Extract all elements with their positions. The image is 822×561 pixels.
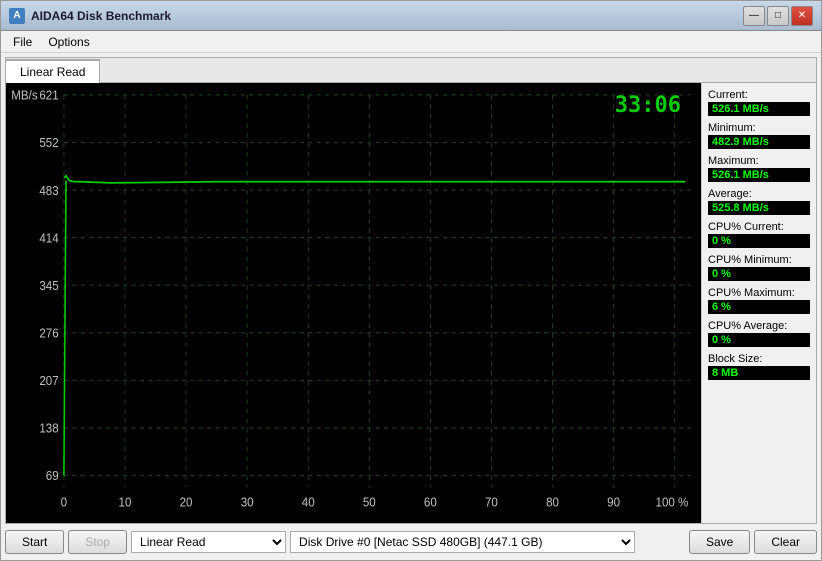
app-icon: A <box>9 8 25 24</box>
bottom-controls: Start Stop Linear Read Disk Drive #0 [Ne… <box>5 528 817 556</box>
svg-text:552: 552 <box>39 136 58 151</box>
svg-text:483: 483 <box>39 183 58 198</box>
stop-button[interactable]: Stop <box>68 530 127 554</box>
svg-text:50: 50 <box>363 495 376 510</box>
window-title: AIDA64 Disk Benchmark <box>31 9 743 23</box>
start-stop-area: Start Stop <box>5 530 127 554</box>
cpu-maximum-value: 6 % <box>708 300 810 314</box>
disk-dropdown[interactable]: Disk Drive #0 [Netac SSD 480GB] (447.1 G… <box>290 531 635 553</box>
close-button[interactable]: ✕ <box>791 6 813 26</box>
cpu-current-value: 0 % <box>708 234 810 248</box>
svg-text:30: 30 <box>241 495 254 510</box>
svg-text:345: 345 <box>39 278 58 293</box>
stat-current: Current: 526.1 MB/s <box>708 89 810 116</box>
menu-options[interactable]: Options <box>40 33 97 51</box>
action-buttons: Save Clear <box>689 530 817 554</box>
block-size-value: 8 MB <box>708 366 810 380</box>
minimize-button[interactable]: — <box>743 6 765 26</box>
stat-minimum: Minimum: 482.9 MB/s <box>708 122 810 149</box>
maximum-value: 526.1 MB/s <box>708 168 810 182</box>
menu-bar: File Options <box>1 31 821 53</box>
svg-text:70: 70 <box>485 495 498 510</box>
current-value: 526.1 MB/s <box>708 102 810 116</box>
svg-text:90: 90 <box>607 495 620 510</box>
svg-text:40: 40 <box>302 495 315 510</box>
svg-text:414: 414 <box>39 231 58 246</box>
title-bar: A AIDA64 Disk Benchmark — □ ✕ <box>1 1 821 31</box>
svg-text:138: 138 <box>39 421 58 436</box>
chart-and-stats: 33:06 <box>6 83 816 523</box>
maximize-button[interactable]: □ <box>767 6 789 26</box>
svg-text:207: 207 <box>39 373 58 388</box>
stat-maximum: Maximum: 526.1 MB/s <box>708 155 810 182</box>
block-size-label: Block Size: <box>708 353 810 365</box>
svg-text:69: 69 <box>46 469 59 484</box>
svg-text:0: 0 <box>61 495 68 510</box>
menu-file[interactable]: File <box>5 33 40 51</box>
clear-button[interactable]: Clear <box>754 530 817 554</box>
svg-text:80: 80 <box>546 495 559 510</box>
maximum-label: Maximum: <box>708 155 810 167</box>
title-buttons: — □ ✕ <box>743 6 813 26</box>
svg-text:10: 10 <box>119 495 132 510</box>
cpu-average-label: CPU% Average: <box>708 320 810 332</box>
test-type-dropdown[interactable]: Linear Read <box>131 531 286 553</box>
stat-average: Average: 525.8 MB/s <box>708 188 810 215</box>
svg-text:276: 276 <box>39 326 58 341</box>
content-area: Linear Read 33:06 <box>1 53 821 560</box>
current-label: Current: <box>708 89 810 101</box>
average-value: 525.8 MB/s <box>708 201 810 215</box>
tab-header: Linear Read <box>6 58 816 83</box>
start-button[interactable]: Start <box>5 530 64 554</box>
save-button[interactable]: Save <box>689 530 750 554</box>
svg-text:100 %: 100 % <box>656 495 689 510</box>
cpu-minimum-label: CPU% Minimum: <box>708 254 810 266</box>
stat-cpu-minimum: CPU% Minimum: 0 % <box>708 254 810 281</box>
average-label: Average: <box>708 188 810 200</box>
stat-cpu-average: CPU% Average: 0 % <box>708 320 810 347</box>
minimum-label: Minimum: <box>708 122 810 134</box>
tab-linear-read[interactable]: Linear Read <box>6 59 100 83</box>
timer-display: 33:06 <box>615 93 681 118</box>
cpu-minimum-value: 0 % <box>708 267 810 281</box>
stats-panel: Current: 526.1 MB/s Minimum: 482.9 MB/s … <box>701 83 816 523</box>
stat-cpu-maximum: CPU% Maximum: 6 % <box>708 287 810 314</box>
svg-text:621: 621 <box>39 88 58 103</box>
cpu-average-value: 0 % <box>708 333 810 347</box>
minimum-value: 482.9 MB/s <box>708 135 810 149</box>
chart-area: 33:06 <box>6 83 701 523</box>
cpu-maximum-label: CPU% Maximum: <box>708 287 810 299</box>
stat-cpu-current: CPU% Current: 0 % <box>708 221 810 248</box>
svg-text:MB/s: MB/s <box>11 88 37 103</box>
stat-block-size: Block Size: 8 MB <box>708 353 810 380</box>
cpu-current-label: CPU% Current: <box>708 221 810 233</box>
tab-panel: Linear Read 33:06 <box>5 57 817 524</box>
main-window: A AIDA64 Disk Benchmark — □ ✕ File Optio… <box>0 0 822 561</box>
chart-svg: 621 552 483 414 345 276 207 138 69 0 10 … <box>6 83 701 523</box>
svg-text:60: 60 <box>424 495 437 510</box>
svg-text:20: 20 <box>180 495 193 510</box>
